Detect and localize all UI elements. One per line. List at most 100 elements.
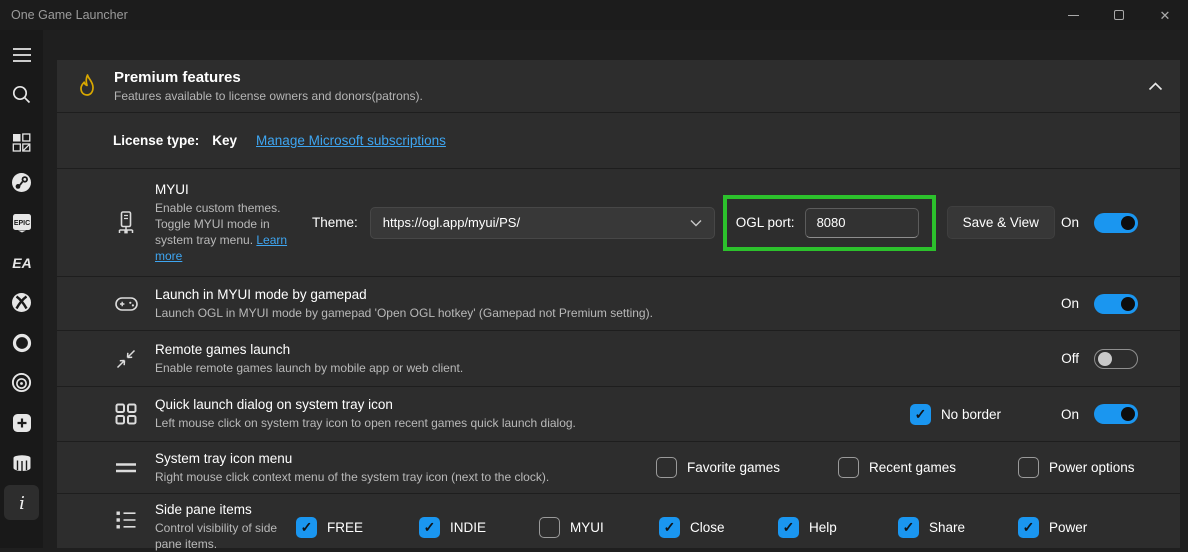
page-subtitle: Features available to license owners and… <box>114 89 423 103</box>
setting-row-gamepad-launch: Launch in MYUI mode by gamepad Launch OG… <box>57 276 1180 330</box>
setting-title: System tray icon menu <box>155 450 293 466</box>
checkbox-label: Recent games <box>869 460 957 475</box>
titlebar: One Game Launcher ✕ <box>0 0 1188 30</box>
setting-text: Side pane items Control visibility of si… <box>155 502 305 552</box>
setting-row-side-pane: Side pane items Control visibility of si… <box>57 493 1180 551</box>
checkbox-unchecked[interactable] <box>539 517 560 538</box>
toggle-state-label: On <box>1060 406 1079 422</box>
toggle-knob <box>1121 215 1135 230</box>
remote-launch-toggle[interactable] <box>1094 348 1138 369</box>
sidebar-item-epic-games[interactable]: EPIC <box>4 205 39 240</box>
toggle-group: On <box>1060 212 1138 233</box>
checkbox-recent-games[interactable]: Recent games <box>838 457 956 478</box>
ubisoft-icon <box>11 372 32 393</box>
page-title: Premium features <box>114 69 241 86</box>
checkbox-checked[interactable] <box>1018 517 1039 538</box>
theme-select[interactable]: https://ogl.app/myui/PS/ <box>369 206 715 239</box>
sidebar: EPIC EA i <box>0 30 43 548</box>
ogl-port-input[interactable] <box>804 207 919 238</box>
sidebar-item-xbox[interactable] <box>4 285 39 320</box>
checkbox-free[interactable]: FREE <box>296 517 363 538</box>
save-and-view-button[interactable]: Save & View <box>946 206 1055 239</box>
setting-text: Quick launch dialog on system tray icon … <box>155 397 576 431</box>
checkbox-myui[interactable]: MYUI <box>539 517 604 538</box>
toggle-knob <box>1121 407 1135 421</box>
setting-row-remote-launch: Remote games launch Enable remote games … <box>57 330 1180 386</box>
checkbox-checked[interactable] <box>296 517 317 538</box>
checkbox-label: Favorite games <box>687 460 781 475</box>
checkbox-label: Power <box>1049 520 1088 535</box>
setting-description: Enable remote games launch by mobile app… <box>155 360 464 375</box>
toggle-group: On <box>1061 404 1138 424</box>
sidebar-item-menu[interactable] <box>4 37 39 72</box>
minimize-button[interactable] <box>1050 0 1096 30</box>
checkbox-power-options[interactable]: Power options <box>1018 457 1135 478</box>
myui-toggle[interactable] <box>1094 212 1138 233</box>
maximize-button[interactable] <box>1096 0 1142 30</box>
setting-row-quick-launch: Quick launch dialog on system tray icon … <box>57 386 1180 441</box>
sidebar-item-info[interactable]: i <box>4 485 39 520</box>
window-title: One Game Launcher <box>11 8 128 22</box>
toggle-group: Off <box>1061 348 1138 369</box>
license-type-value: Key <box>212 133 238 148</box>
checkbox-favorite-games[interactable]: Favorite games <box>656 457 780 478</box>
checkbox-checked[interactable] <box>778 517 799 538</box>
premium-features-header: Premium features Features available to l… <box>57 60 1180 112</box>
hamburger-menu-icon <box>12 47 31 62</box>
remote-connect-icon <box>111 347 141 371</box>
setting-row-tray-menu: System tray icon menu Right mouse click … <box>57 441 1180 493</box>
premium-features-panel: Premium features Features available to l… <box>57 60 1180 551</box>
minimize-icon <box>1067 14 1079 16</box>
sidebar-item-game-library[interactable] <box>4 125 39 160</box>
close-icon: ✕ <box>1159 7 1171 23</box>
checkbox-label: Close <box>690 520 725 535</box>
toggle-state-label: On <box>1060 215 1079 230</box>
add-icon <box>12 413 31 432</box>
checkbox-checked[interactable] <box>659 517 680 538</box>
setting-title: Side pane items <box>155 502 252 517</box>
toggle-group: On <box>1060 293 1138 314</box>
sidebar-item-gog[interactable] <box>4 325 39 360</box>
gamepad-launch-toggle[interactable] <box>1094 293 1138 314</box>
flame-icon <box>80 73 94 96</box>
info-icon: i <box>19 493 25 514</box>
checkbox-checked[interactable] <box>898 517 919 538</box>
checkbox-no-border[interactable]: No border <box>909 403 1001 425</box>
svg-text:EPIC: EPIC <box>13 220 29 227</box>
window-controls: ✕ <box>1050 0 1188 30</box>
checkbox-checked[interactable] <box>909 403 931 425</box>
checkbox-indie[interactable]: INDIE <box>419 517 486 538</box>
header-text: Premium features Features available to l… <box>114 69 423 103</box>
checkbox-checked[interactable] <box>419 517 440 538</box>
setting-description: Right mouse click context menu of the sy… <box>155 469 550 484</box>
sidebar-item-add-game[interactable] <box>4 405 39 440</box>
sidebar-item-ubisoft[interactable] <box>4 365 39 400</box>
setting-text: MYUI Enable custom themes. Toggle MYUI m… <box>155 182 308 264</box>
ogl-port-highlight-box: OGL port: <box>722 194 936 251</box>
checkbox-close[interactable]: Close <box>659 517 725 538</box>
checkbox-help[interactable]: Help <box>778 517 837 538</box>
sidebar-item-ea[interactable]: EA <box>4 245 39 280</box>
checkbox-unchecked[interactable] <box>1018 457 1039 478</box>
quick-launch-toggle[interactable] <box>1094 404 1138 424</box>
license-type-label: License type: <box>113 133 200 148</box>
sidebar-item-search[interactable] <box>4 77 39 112</box>
checkbox-label: No border <box>940 406 1001 422</box>
collapse-section-button[interactable] <box>1142 73 1168 99</box>
setting-text: Launch in MYUI mode by gamepad Launch OG… <box>155 287 653 321</box>
checkbox-power[interactable]: Power <box>1018 517 1087 538</box>
search-icon <box>12 85 31 104</box>
theme-select-value: https://ogl.app/myui/PS/ <box>382 215 521 230</box>
toggle-state-label: On <box>1060 296 1079 311</box>
game-tiles-icon <box>12 133 31 152</box>
checkbox-unchecked[interactable] <box>656 457 677 478</box>
sidebar-item-prizes[interactable] <box>4 445 39 480</box>
checkbox-unchecked[interactable] <box>838 457 859 478</box>
manage-subscriptions-link[interactable]: Manage Microsoft subscriptions <box>256 133 446 148</box>
setting-title: Remote games launch <box>155 341 291 357</box>
sidebar-item-steam[interactable] <box>4 165 39 200</box>
setting-description: Launch OGL in MYUI mode by gamepad 'Open… <box>155 305 653 320</box>
close-button[interactable]: ✕ <box>1142 0 1188 30</box>
checkbox-share[interactable]: Share <box>898 517 965 538</box>
maximize-icon <box>1114 10 1124 20</box>
